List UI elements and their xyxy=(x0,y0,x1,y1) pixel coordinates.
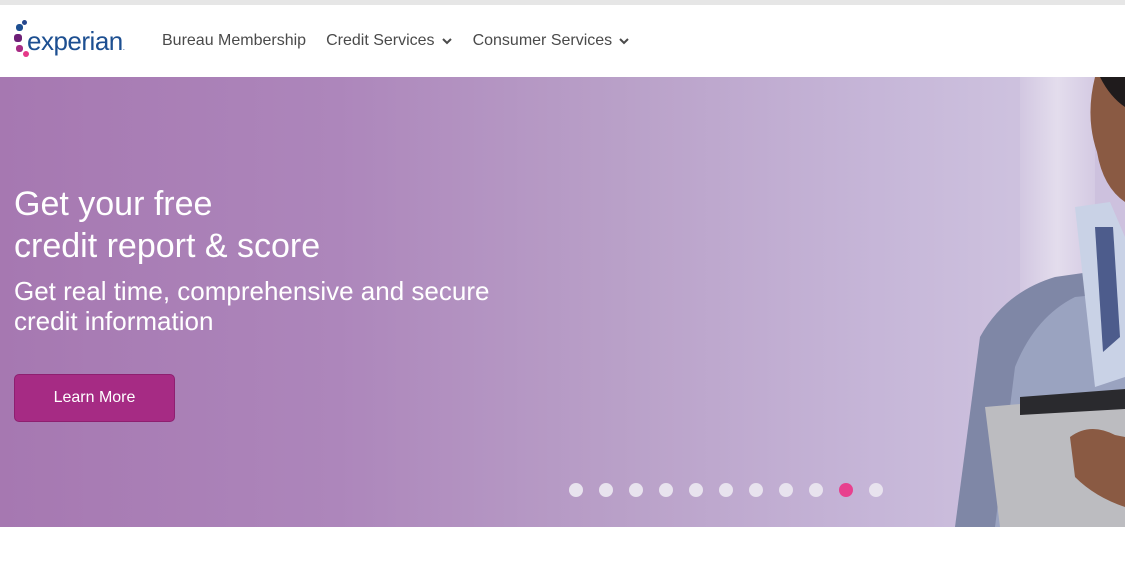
carousel-dot-6[interactable] xyxy=(719,483,733,497)
carousel-dot-5[interactable] xyxy=(689,483,703,497)
main-menu: Bureau Membership Credit Services Consum… xyxy=(162,5,650,77)
top-navbar: experian . Bureau Membership Credit Serv… xyxy=(0,5,1125,77)
carousel-dot-4[interactable] xyxy=(659,483,673,497)
nav-item-label: Consumer Services xyxy=(472,32,613,49)
chevron-down-icon xyxy=(619,38,629,45)
nav-credit-services[interactable]: Credit Services xyxy=(326,32,452,50)
logo-wordmark: experian xyxy=(27,25,123,56)
carousel-dot-1[interactable] xyxy=(569,483,583,497)
carousel-dot-7[interactable] xyxy=(749,483,763,497)
hero-subtitle-line1: Get real time, comprehensive and secure xyxy=(14,276,490,306)
hero-subtitle-line2: credit information xyxy=(14,306,214,336)
carousel-dot-3[interactable] xyxy=(629,483,643,497)
nav-consumer-services[interactable]: Consumer Services xyxy=(473,32,631,50)
logo-dots-icon xyxy=(13,20,29,60)
carousel-dot-8[interactable] xyxy=(779,483,793,497)
content-area xyxy=(0,527,1125,580)
hero-title-line2: credit report & score xyxy=(14,227,321,265)
hero-subtitle: Get real time, comprehensive and secure … xyxy=(14,276,534,336)
carousel-dot-9[interactable] xyxy=(809,483,823,497)
hero-person-image xyxy=(955,77,1125,527)
carousel-dot-11[interactable] xyxy=(869,483,883,497)
hero-title: Get your free credit report & score xyxy=(14,183,534,267)
logo-trademark: . xyxy=(122,42,125,52)
carousel-pagination xyxy=(569,483,899,497)
carousel-dot-2[interactable] xyxy=(599,483,613,497)
nav-item-label: Bureau Membership xyxy=(162,32,307,49)
experian-logo[interactable]: experian . xyxy=(13,19,133,61)
learn-more-button[interactable]: Learn More xyxy=(14,374,175,422)
hero-title-line1: Get your free xyxy=(14,185,213,223)
nav-bureau-membership[interactable]: Bureau Membership xyxy=(162,32,306,50)
hero-banner: Get your free credit report & score Get … xyxy=(0,77,1125,527)
nav-item-label: Credit Services xyxy=(326,32,435,49)
carousel-dot-10[interactable] xyxy=(839,483,853,497)
chevron-down-icon xyxy=(441,38,452,45)
